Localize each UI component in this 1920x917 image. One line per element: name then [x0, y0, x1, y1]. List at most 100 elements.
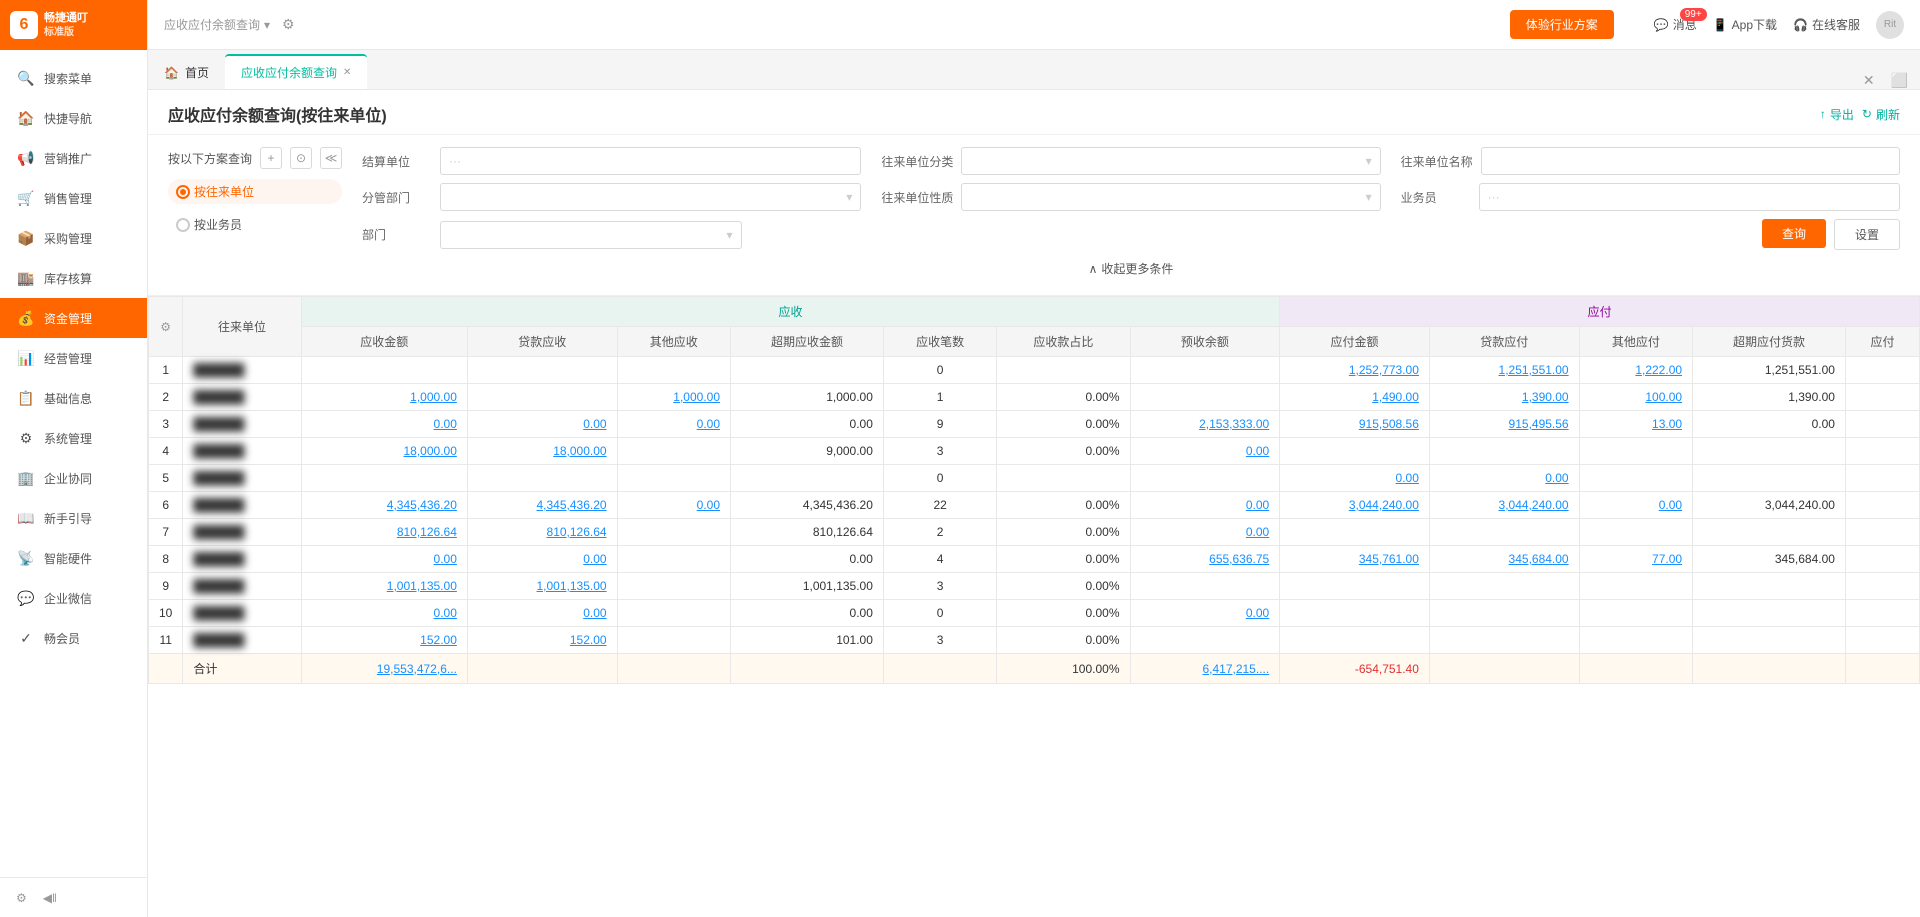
col-ar-other-header: 其他应收 [617, 327, 730, 357]
col-group-ap: 应付 [1280, 297, 1920, 327]
sales-icon: 🛒 [16, 188, 36, 208]
sidebar-item-label: 采购管理 [44, 230, 92, 247]
sidebar-item-hardware[interactable]: 📡 智能硬件 [0, 538, 147, 578]
filter-nav: 按以下方案查询 + ⊙ ≪ [168, 147, 342, 169]
filter-settings-button[interactable]: 设置 [1834, 219, 1900, 250]
filter-label-partner-type: 往来单位性质 [881, 189, 953, 206]
sidebar-item-system[interactable]: ⚙ 系统管理 [0, 418, 147, 458]
table-row: 11██████152.00152.00101.0030.00% [149, 627, 1920, 654]
filter-section: 按以下方案查询 + ⊙ ≪ 按往来单位 按业务员 [148, 135, 1920, 296]
sidebar-footer: ⚙ ◀‖ [0, 877, 147, 917]
collapse-more-button[interactable]: ∧ 收起更多条件 [362, 254, 1900, 283]
filter-add-button[interactable]: + [260, 147, 282, 169]
partner-name: ██████ [183, 573, 301, 600]
tab-home[interactable]: 🏠 首页 [148, 56, 225, 89]
dept-input[interactable]: ▾ [440, 221, 741, 249]
export-label: 导出 [1830, 106, 1854, 123]
collapse-label: 收起更多条件 [1101, 260, 1173, 277]
sidebar: 6 畅捷通叮 标准版 🔍 搜索菜单 🏠 快捷导航 📢 营销推广 🛒 销售管理 📦… [0, 0, 148, 917]
sidebar-item-finance[interactable]: 💰 资金管理 [0, 298, 147, 338]
settlement-unit-input[interactable]: ··· [440, 147, 861, 175]
topbar-gear-icon[interactable]: ⚙ [282, 16, 295, 33]
export-button[interactable]: ↑ 导出 [1820, 106, 1854, 123]
partner-name: ██████ [183, 546, 301, 573]
sidebar-item-basic[interactable]: 📋 基础信息 [0, 378, 147, 418]
sidebar-item-label: 资金管理 [44, 310, 92, 327]
app-download-button[interactable]: 📱 App下载 [1713, 16, 1777, 33]
filter-label-name: 往来单位名称 [1401, 153, 1473, 170]
table-body: 1██████01,252,773.001,251,551.001,222.00… [149, 357, 1920, 654]
sidebar-item-label: 库存核算 [44, 270, 92, 287]
sidebar-item-corp[interactable]: 🏢 企业协同 [0, 458, 147, 498]
total-label-cell [149, 654, 183, 684]
wechat-icon: 💬 [16, 588, 36, 608]
sidebar-item-quicknav[interactable]: 🏠 快捷导航 [0, 98, 147, 138]
refresh-icon: ↻ [1862, 107, 1872, 121]
partner-name: ██████ [183, 627, 301, 654]
sidebar-item-guide[interactable]: 📖 新手引导 [0, 498, 147, 538]
filter-option-by-partner[interactable]: 按往来单位 [168, 179, 342, 204]
sidebar-item-search[interactable]: 🔍 搜索菜单 [0, 58, 147, 98]
partner-name: ██████ [183, 438, 301, 465]
query-button[interactable]: 查询 [1762, 219, 1826, 248]
filter-grid-row3: 部门 ▾ 查询 设置 [362, 219, 1900, 250]
sidebar-item-member[interactable]: ✓ 畅会员 [0, 618, 147, 658]
topbar-chevron-icon: ▾ [264, 18, 270, 32]
tab-close-icon[interactable]: ✕ [343, 67, 351, 78]
topbar: 应收应付余额查询 ▾ ⚙ 体验行业方案 💬 消息 99+ 📱 App下载 🎧 在… [148, 0, 1920, 50]
topbar-breadcrumb: 应收应付余额查询 ▾ ⚙ [164, 16, 1498, 33]
sidebar-item-marketing[interactable]: 📢 营销推广 [0, 138, 147, 178]
message-icon: 💬 [1654, 18, 1669, 32]
table-row: 5██████00.000.00 [149, 465, 1920, 492]
logo-icon: 6 [10, 11, 38, 39]
col-ap-col-header: 应付 [1845, 327, 1919, 357]
filter-nav-title: 按以下方案查询 [168, 150, 252, 167]
collapse-icon[interactable]: ◀‖ [43, 891, 57, 905]
col-group-ar: 应收 [301, 297, 1279, 327]
window-close-icon[interactable]: ✕ [1859, 72, 1879, 89]
refresh-label: 刷新 [1876, 106, 1900, 123]
total-advance-balance[interactable]: 6,417,215.... [1130, 654, 1280, 684]
salesman-input[interactable]: ··· [1479, 183, 1900, 211]
search-icon: 🔍 [16, 68, 36, 88]
partner-name: ██████ [183, 600, 301, 627]
message-button[interactable]: 💬 消息 99+ [1654, 16, 1697, 33]
sidebar-item-operation[interactable]: 📊 经营管理 [0, 338, 147, 378]
col-ap-loan-header: 贷款应付 [1429, 327, 1579, 357]
filter-partner-type: 往来单位性质 ▾ [881, 183, 1380, 211]
refresh-button[interactable]: ↻ 刷新 [1862, 106, 1900, 123]
radio-by-partner [176, 185, 190, 199]
tab-arbalance[interactable]: 应收应付余额查询 ✕ [225, 54, 367, 89]
filter-partner-category: 往来单位分类 ▾ [881, 147, 1380, 175]
topbar-path: 应收应付余额查询 [164, 16, 260, 33]
sidebar-item-inventory[interactable]: 🏬 库存核算 [0, 258, 147, 298]
total-ar-ratio: 100.00% [997, 654, 1130, 684]
partner-name: ██████ [183, 465, 301, 492]
dots-icon: ··· [449, 154, 461, 168]
partner-name-input[interactable] [1481, 147, 1900, 175]
filter-settings-icon[interactable]: ⊙ [290, 147, 312, 169]
partner-category-input[interactable]: ▾ [961, 147, 1380, 175]
filter-option-partner-label: 按往来单位 [194, 183, 254, 200]
sidebar-item-sales[interactable]: 🛒 销售管理 [0, 178, 147, 218]
window-expand-icon[interactable]: ⬜ [1887, 72, 1912, 89]
filter-expand-icon[interactable]: ≪ [320, 147, 342, 169]
total-ap-other [1579, 654, 1692, 684]
sidebar-item-purchase[interactable]: 📦 采购管理 [0, 218, 147, 258]
sidebar-item-wechat[interactable]: 💬 企业微信 [0, 578, 147, 618]
solution-button[interactable]: 体验行业方案 [1510, 10, 1614, 39]
online-service-button[interactable]: 🎧 在线客服 [1793, 16, 1860, 33]
user-menu[interactable]: Rit [1876, 11, 1904, 39]
page-title: 应收应付余额查询(按往来单位) [168, 102, 387, 126]
topbar-right: 💬 消息 99+ 📱 App下载 🎧 在线客服 Rit [1654, 11, 1904, 39]
filter-option-by-salesman[interactable]: 按业务员 [168, 212, 342, 237]
table-header-cols: 应收金额 贷款应收 其他应收 超期应收金额 应收笔数 应收款占比 预收余额 应付… [149, 327, 1920, 357]
partner-name: ██████ [183, 519, 301, 546]
total-ar-amount[interactable]: 19,553,472,6... [301, 654, 467, 684]
sidebar-item-label: 智能硬件 [44, 550, 92, 567]
table-settings-icon[interactable]: ⚙ [159, 320, 172, 334]
gear-icon[interactable]: ⚙ [16, 891, 27, 905]
dept-manager-input[interactable]: ▾ [440, 183, 861, 211]
partner-type-input[interactable]: ▾ [961, 183, 1380, 211]
sidebar-item-label: 基础信息 [44, 390, 92, 407]
